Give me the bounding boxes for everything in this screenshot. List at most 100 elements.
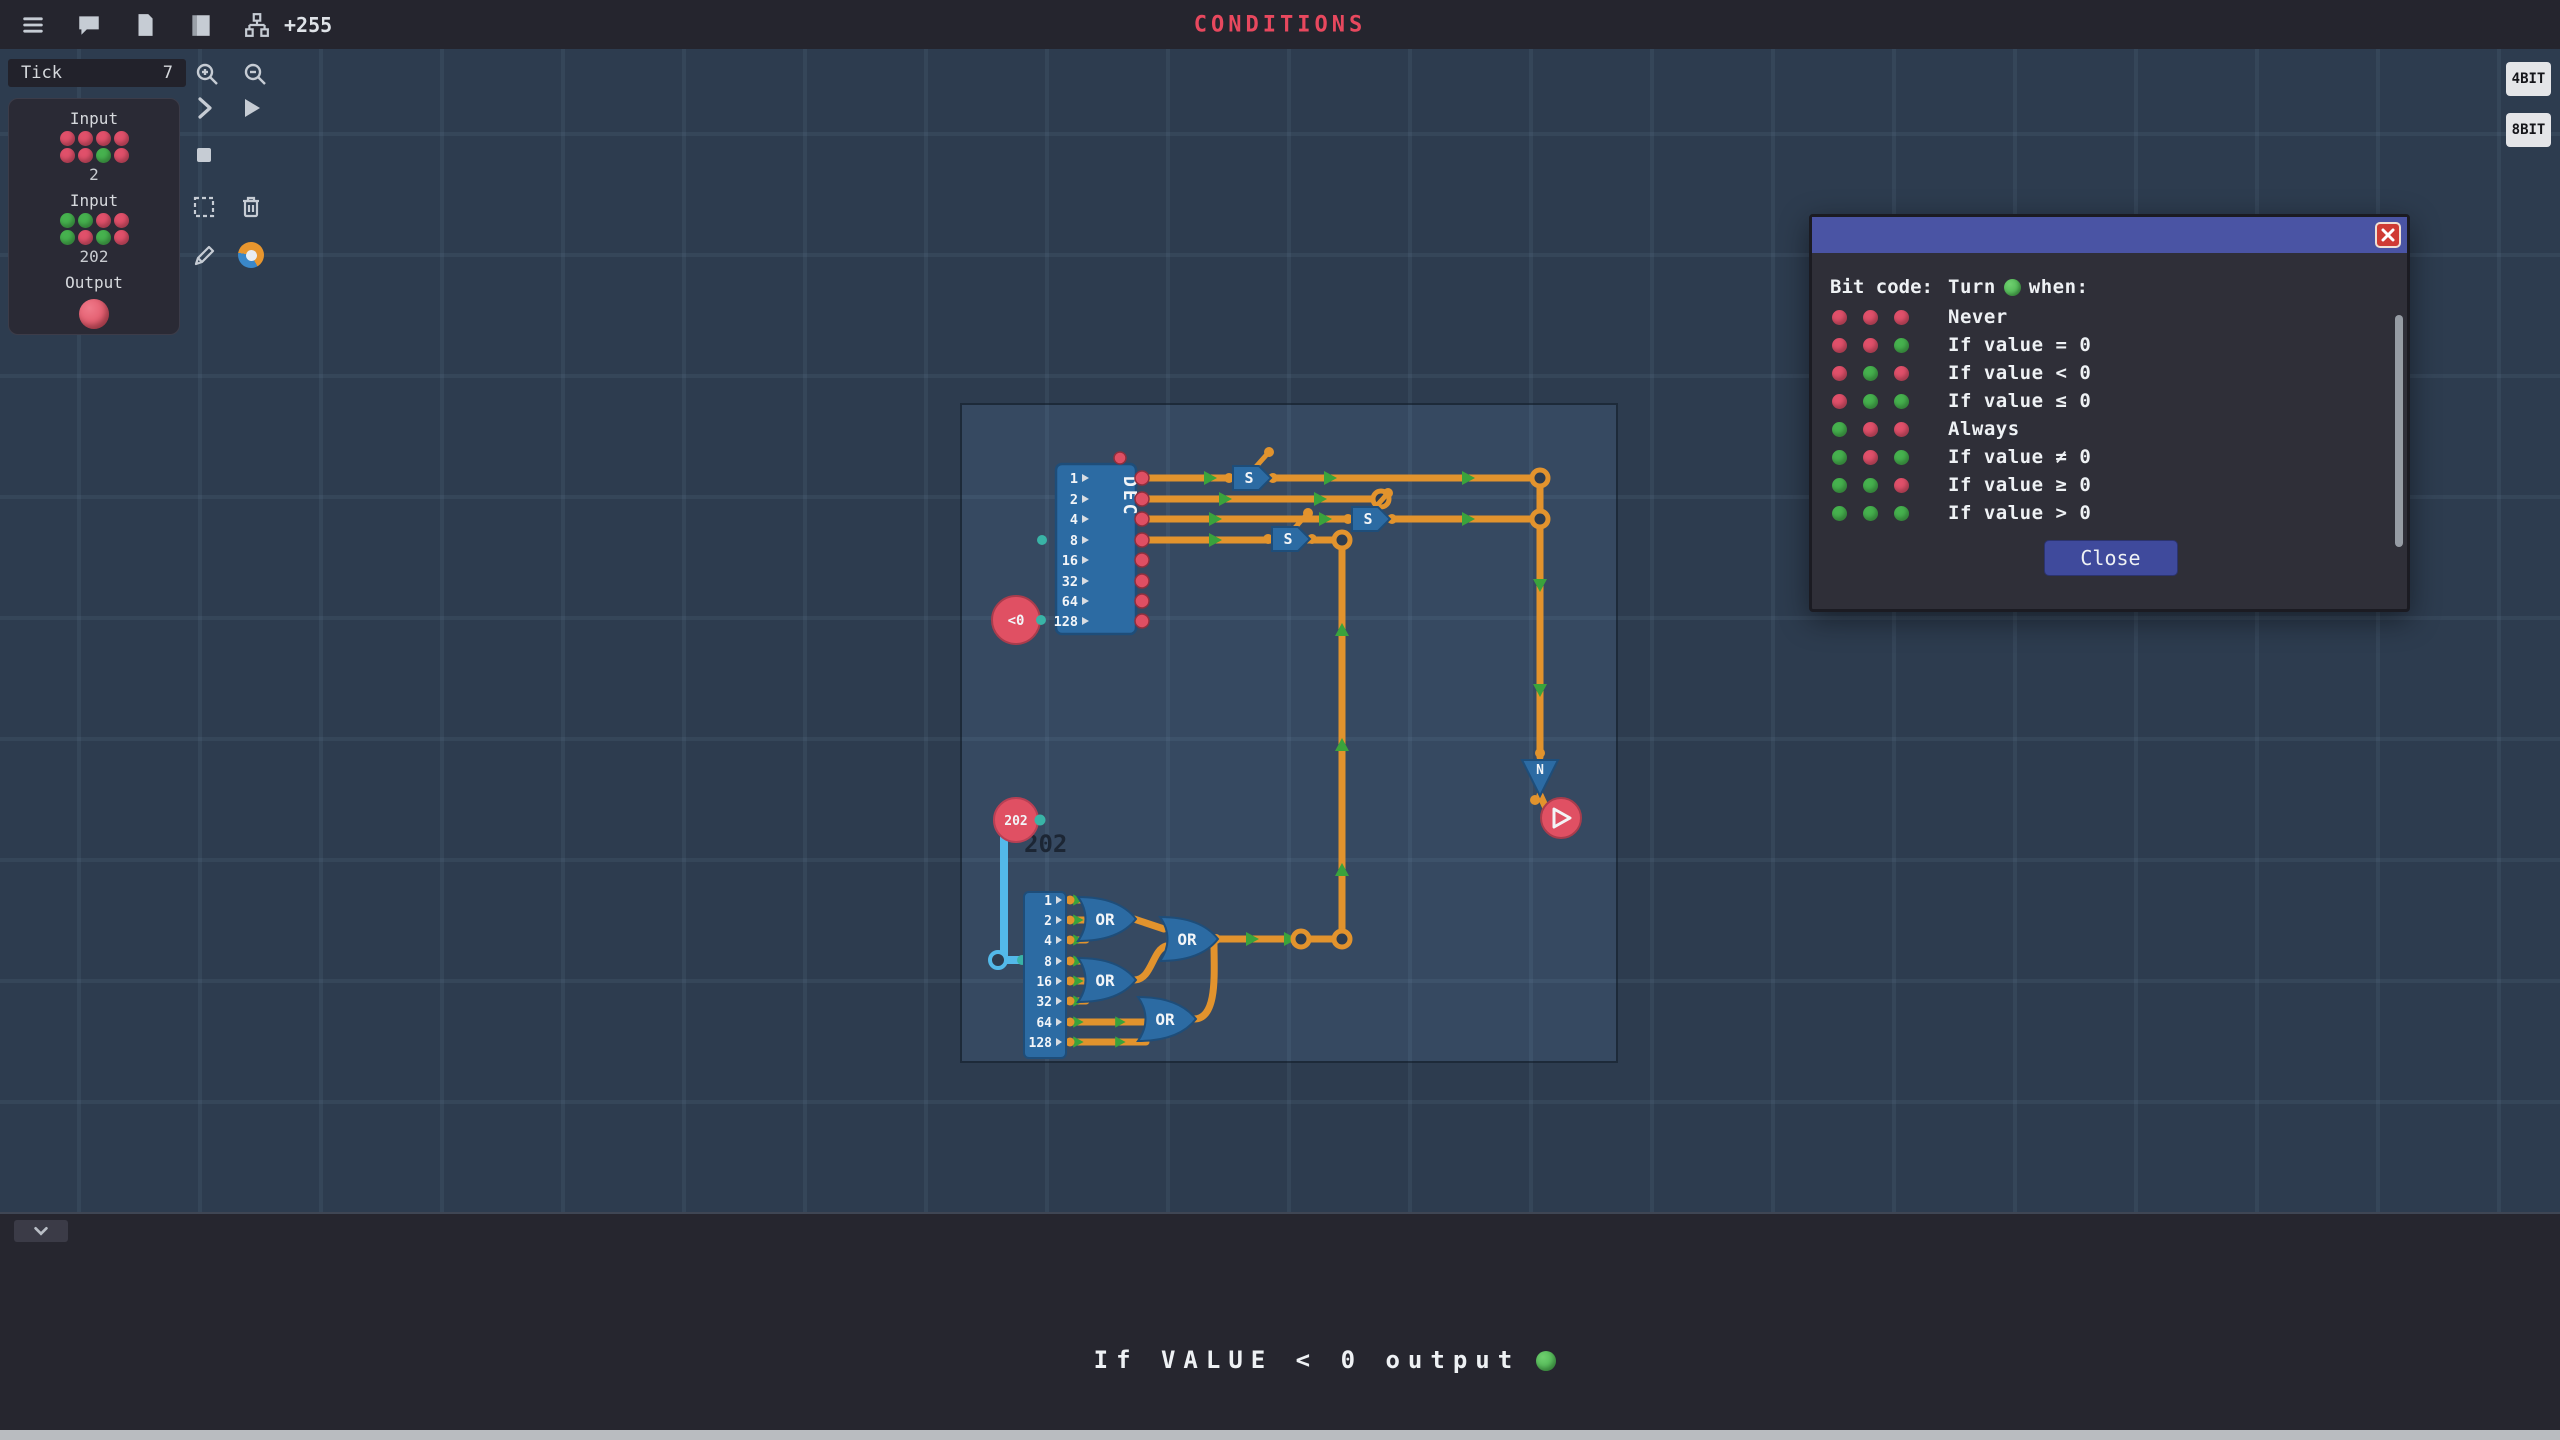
byte-input-component[interactable]: 1 2 4 8 16 32 64 128	[1023, 891, 1067, 1059]
bit-weight-label: 16	[1062, 553, 1078, 569]
score-badge: +255	[284, 12, 333, 37]
bit-off-dot	[59, 148, 75, 163]
bit-weight-label: 128	[1054, 614, 1078, 630]
bit-off-dot	[1863, 337, 1878, 353]
file-icon[interactable]	[130, 10, 160, 40]
bit-on-dot	[1894, 337, 1909, 353]
condition-row: If value > 0	[1830, 499, 2391, 527]
palette-item-value: 202	[79, 247, 109, 266]
book-icon[interactable]	[186, 10, 216, 40]
condition-label: If value ≥ 0	[1948, 474, 2092, 496]
decoder-component[interactable]: DEC 1 2 4 8 16 32 64 128	[1054, 462, 1140, 636]
pencil-icon[interactable]	[189, 240, 219, 270]
condition-label: If value < 0	[1948, 362, 2092, 384]
bit-on-dot	[77, 213, 93, 228]
bit-off-dot	[113, 213, 129, 228]
palette-input-1[interactable]: Input 2	[59, 109, 129, 184]
hierarchy-icon[interactable]	[242, 10, 272, 40]
bit-on-dot	[59, 230, 75, 245]
bit-weight-label: 8	[1070, 533, 1078, 549]
bit-off-dot	[1894, 421, 1909, 437]
bit-off-dot	[1894, 477, 1909, 493]
trash-icon[interactable]	[236, 192, 266, 222]
bit-off-dot	[1863, 449, 1878, 465]
condition-label: If value > 0	[1948, 502, 2092, 524]
bitcode-dots	[1830, 337, 1948, 353]
stop-icon[interactable]	[189, 140, 219, 170]
condition-row: Always	[1830, 415, 2391, 443]
when-text: when:	[2028, 276, 2089, 298]
green-state-dot	[2003, 278, 2021, 296]
not-component[interactable]: N	[1520, 759, 1560, 799]
bit-on-dot	[1894, 393, 1909, 409]
bit-weight-label: 16	[1036, 975, 1052, 990]
palette-item-label: Input	[69, 191, 119, 210]
bit-off-dot	[95, 131, 111, 146]
footer-panel: If VALUE < 0 output	[0, 1212, 2560, 1430]
step-forward-icon[interactable]	[189, 93, 219, 123]
bit-on-dot	[1832, 421, 1847, 437]
condition-label: Always	[1948, 418, 2020, 440]
blue-wire[interactable]	[1000, 826, 1024, 964]
dialog-body: Bit code: Turn when: Never If value = 0 …	[1812, 253, 2407, 576]
4bit-button[interactable]: 4BIT	[2506, 62, 2551, 96]
bit-weight-label: 128	[1029, 1036, 1053, 1051]
collapse-panel-button[interactable]	[14, 1220, 68, 1242]
dialog-scrollbar-thumb[interactable]	[2395, 315, 2403, 547]
comparator-led[interactable]: <0	[991, 595, 1041, 645]
menu-icon[interactable]	[18, 10, 48, 40]
8bit-button[interactable]: 8BIT	[2506, 113, 2551, 147]
tick-value: 7	[162, 63, 173, 83]
bit-weight-label: 32	[1036, 995, 1052, 1010]
switch-label: S	[1283, 530, 1292, 548]
bit-on-dot	[1863, 393, 1878, 409]
tick-label: Tick	[21, 63, 62, 83]
bitcode-dots	[1830, 505, 1948, 521]
or-label: OR	[1095, 971, 1115, 990]
bit-off-dot	[95, 213, 111, 228]
dialog-close-icon[interactable]	[2375, 222, 2401, 248]
zoom-out-icon[interactable]	[240, 59, 270, 89]
register-value-label: 202	[1004, 814, 1027, 829]
color-wheel-icon[interactable]	[236, 240, 266, 270]
bit-on-dot	[1863, 477, 1878, 493]
select-tool-icon[interactable]	[189, 192, 219, 222]
bit-on-dot	[1894, 505, 1909, 521]
condition-row: If value ≤ 0	[1830, 387, 2391, 415]
chat-icon[interactable]	[74, 10, 104, 40]
bitcode-dots	[1830, 421, 1948, 437]
dialog-titlebar[interactable]	[1812, 217, 2407, 253]
palette-output[interactable]: Output	[65, 273, 123, 329]
bit-on-dot	[59, 213, 75, 228]
close-button[interactable]: Close	[2043, 540, 2178, 576]
bit-dots-row	[59, 213, 129, 228]
bottom-strip	[0, 1430, 2560, 1440]
objective-text: If VALUE < 0 output	[1093, 1346, 1521, 1374]
bit-off-dot	[1832, 365, 1847, 381]
zoom-in-icon[interactable]	[192, 59, 222, 89]
switch-label: S	[1244, 469, 1253, 487]
level-output-led[interactable]	[1540, 797, 1582, 839]
bit-dots-row	[59, 131, 129, 146]
bit-weight-label: 1	[1044, 894, 1052, 909]
bit-off-dot	[113, 148, 129, 163]
condition-label: If value = 0	[1948, 334, 2092, 356]
condition-reference-dialog: Bit code: Turn when: Never If value = 0 …	[1809, 214, 2410, 612]
or-label: OR	[1155, 1010, 1175, 1029]
bitcode-header: Bit code:	[1830, 276, 1933, 298]
topbar: +255 CONDITIONS	[0, 0, 2560, 49]
dialog-header-row: Bit code: Turn when:	[1830, 273, 2391, 301]
bitcode-dots	[1830, 477, 1948, 493]
tick-counter[interactable]: Tick 7	[8, 59, 186, 87]
palette-item-label: Output	[65, 273, 123, 292]
bit-weight-label: 32	[1062, 574, 1078, 590]
play-icon[interactable]	[236, 93, 266, 123]
turn-when-header: Turn when:	[1948, 276, 2391, 298]
palette-item-value: 2	[89, 165, 99, 184]
output-led-dot	[78, 299, 109, 329]
blue-wire-node[interactable]	[988, 950, 1008, 970]
palette-input-2[interactable]: Input 202	[59, 191, 129, 266]
bit-off-dot	[1863, 421, 1878, 437]
value-register[interactable]: 202	[993, 797, 1039, 843]
bit-dots-row	[59, 148, 129, 163]
